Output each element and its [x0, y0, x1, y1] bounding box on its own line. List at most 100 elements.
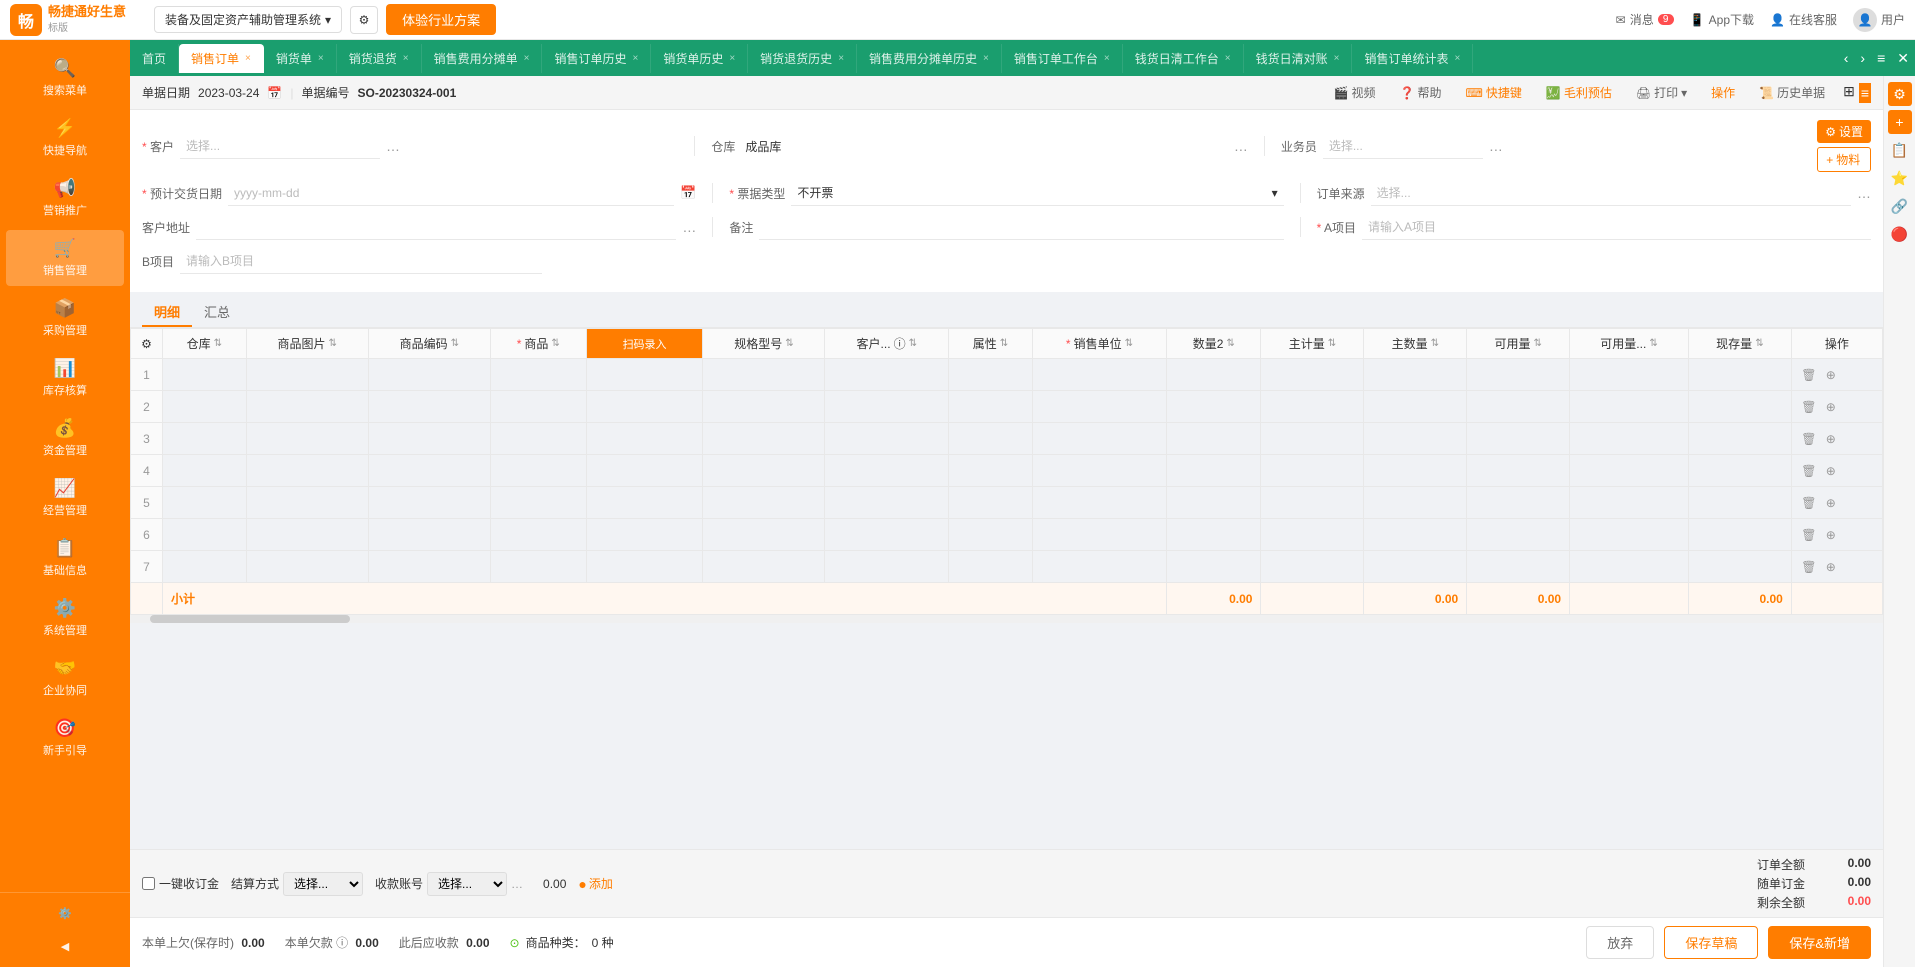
delete-icon[interactable]: 🗑 — [1800, 398, 1818, 416]
tab-order-stats[interactable]: 销售订单统计表 × — [1352, 44, 1473, 73]
scrollbar[interactable] — [130, 615, 1883, 623]
scan-button[interactable]: 扫码录入 — [617, 337, 673, 353]
sort-icon[interactable]: ⇅ — [451, 338, 459, 349]
account-select[interactable]: 选择... — [427, 872, 507, 896]
a-project-input[interactable] — [1362, 214, 1871, 240]
warehouse-dots[interactable]: … — [1234, 138, 1248, 154]
sidebar-item-finance[interactable]: 💰 资金管理 — [6, 410, 124, 466]
delete-icon[interactable]: 🗑 — [1800, 494, 1818, 512]
right-settings-button[interactable]: ⚙ — [1888, 82, 1912, 106]
tab-sales-expense[interactable]: 销售费用分摊单 × — [422, 44, 543, 73]
tab-sales-order[interactable]: 销售订单 × — [179, 44, 264, 73]
sidebar-item-quick[interactable]: ⚡ 快捷导航 — [6, 110, 124, 166]
tab-prev-button[interactable]: ‹ — [1838, 46, 1855, 70]
delete-icon[interactable]: 🗑 — [1800, 366, 1818, 384]
layout-icon[interactable]: ≡ — [1859, 83, 1871, 103]
sidebar-item-operation[interactable]: 📈 经营管理 — [6, 470, 124, 526]
delete-icon[interactable]: 🗑 — [1800, 430, 1818, 448]
copy-icon[interactable]: ⊕ — [1822, 462, 1840, 480]
tab-summary[interactable]: 汇总 — [192, 298, 242, 327]
delete-icon[interactable]: 🗑 — [1800, 558, 1818, 576]
right-list-button[interactable]: 📋 — [1888, 138, 1912, 162]
history-button[interactable]: 📜 历史单据 — [1753, 82, 1831, 103]
app-download-button[interactable]: 📱 App下载 — [1690, 11, 1754, 28]
right-star-button[interactable]: ⭐ — [1888, 166, 1912, 190]
payment-method-select[interactable]: 选择... — [283, 872, 363, 896]
tab-sales-return[interactable]: 销货退货 × — [337, 44, 422, 73]
settings-button[interactable]: ⚙ — [350, 6, 378, 34]
copy-icon[interactable]: ⊕ — [1822, 430, 1840, 448]
right-link-button[interactable]: 🔗 — [1888, 194, 1912, 218]
info-icon[interactable]: ⓘ — [894, 335, 906, 352]
sidebar-item-inventory[interactable]: 📊 库存核算 — [6, 350, 124, 406]
sort-icon[interactable]: ⇅ — [1755, 338, 1763, 349]
salesperson-dots[interactable]: … — [1489, 138, 1503, 154]
calendar-icon[interactable]: 📅 — [680, 185, 696, 201]
delete-icon[interactable]: 🗑 — [1800, 462, 1818, 480]
customer-dots[interactable]: … — [386, 138, 400, 154]
sort-icon[interactable]: ⇅ — [551, 338, 559, 349]
discard-button[interactable]: 放弃 — [1586, 926, 1654, 959]
invoice-type-select[interactable]: 不开票 ▾ — [791, 180, 1283, 206]
copy-icon[interactable]: ⊕ — [1822, 366, 1840, 384]
sidebar-item-marketing[interactable]: 📢 营销推广 — [6, 170, 124, 226]
order-source-input[interactable] — [1371, 180, 1851, 206]
sidebar-item-search[interactable]: 🔍 搜索菜单 — [6, 50, 124, 106]
tab-expense-history[interactable]: 销售费用分摊单历史 × — [857, 44, 1002, 73]
calendar-icon[interactable]: 📅 — [267, 86, 282, 100]
view-button[interactable]: 🎬 视频 — [1328, 82, 1382, 103]
address-dots[interactable]: … — [682, 219, 696, 235]
shortcut-button[interactable]: ⌨ 快捷键 — [1460, 82, 1528, 103]
sort-icon[interactable]: ⇅ — [1125, 338, 1133, 349]
add-button[interactable]: ● 添加 — [578, 875, 612, 892]
close-icon[interactable]: × — [318, 53, 324, 64]
one-click-checkbox[interactable] — [142, 877, 155, 890]
close-icon[interactable]: × — [524, 53, 530, 64]
tab-detail[interactable]: 明细 — [142, 298, 192, 327]
tab-return-history[interactable]: 销货退货历史 × — [748, 44, 857, 73]
customer-input[interactable] — [180, 133, 380, 159]
sidebar-item-sales[interactable]: 🛒 销售管理 — [6, 230, 124, 286]
delete-icon[interactable]: 🗑 — [1800, 526, 1818, 544]
copy-icon[interactable]: ⊕ — [1822, 494, 1840, 512]
message-button[interactable]: ✉ 消息 9 — [1616, 11, 1674, 28]
tab-close-button[interactable]: ✕ — [1891, 46, 1915, 71]
sort-icon[interactable]: ⇅ — [1000, 338, 1008, 349]
sort-icon[interactable]: ⇅ — [1226, 338, 1234, 349]
info-icon[interactable]: ⓘ — [336, 936, 348, 950]
online-service-button[interactable]: 👤 在线客服 — [1770, 11, 1837, 28]
sidebar-item-enterprise[interactable]: 🤝 企业协同 — [6, 650, 124, 706]
close-icon[interactable]: × — [403, 53, 409, 64]
delivery-date-input[interactable] — [228, 180, 674, 206]
tab-next-button[interactable]: › — [1854, 46, 1871, 70]
sort-icon[interactable]: ⇅ — [329, 338, 337, 349]
tab-menu-button[interactable]: ≡ — [1871, 46, 1891, 70]
close-icon[interactable]: × — [1104, 53, 1110, 64]
add-item-btn[interactable]: + 物料 — [1817, 147, 1871, 172]
save-new-button[interactable]: 保存&新增 — [1768, 926, 1871, 959]
sidebar-collapse-button[interactable]: ◀ — [8, 934, 122, 959]
tab-home[interactable]: 首页 — [130, 44, 179, 73]
right-add-button[interactable]: + — [1888, 110, 1912, 134]
right-alert-button[interactable]: 🔴 — [1888, 222, 1912, 246]
settings-btn[interactable]: ⚙ 设置 — [1817, 120, 1871, 143]
close-icon[interactable]: × — [632, 53, 638, 64]
sort-icon[interactable]: ⇅ — [909, 338, 917, 349]
sort-icon[interactable]: ⇅ — [1649, 338, 1657, 349]
operation-button[interactable]: 操作 — [1705, 82, 1741, 103]
sort-icon[interactable]: ⇅ — [1533, 338, 1541, 349]
industry-button[interactable]: 体验行业方案 — [386, 4, 496, 35]
tab-order-workbench[interactable]: 销售订单工作台 × — [1002, 44, 1123, 73]
copy-icon[interactable]: ⊕ — [1822, 526, 1840, 544]
tab-cash-reconcile[interactable]: 钱货日清对账 × — [1244, 44, 1353, 73]
expand-icon[interactable]: ⊞ — [1843, 83, 1855, 103]
sort-icon[interactable]: ⇅ — [214, 338, 222, 349]
print-button[interactable]: 🖨 打印 ▾ — [1630, 82, 1693, 103]
close-icon[interactable]: × — [838, 53, 844, 64]
tab-order-history[interactable]: 销售订单历史 × — [542, 44, 651, 73]
copy-icon[interactable]: ⊕ — [1822, 558, 1840, 576]
sidebar-item-system[interactable]: ⚙️ 系统管理 — [6, 590, 124, 646]
sidebar-item-guide[interactable]: 🎯 新手引导 — [6, 710, 124, 766]
tab-cash-workbench[interactable]: 钱货日清工作台 × — [1123, 44, 1244, 73]
salesperson-input[interactable] — [1323, 133, 1483, 159]
